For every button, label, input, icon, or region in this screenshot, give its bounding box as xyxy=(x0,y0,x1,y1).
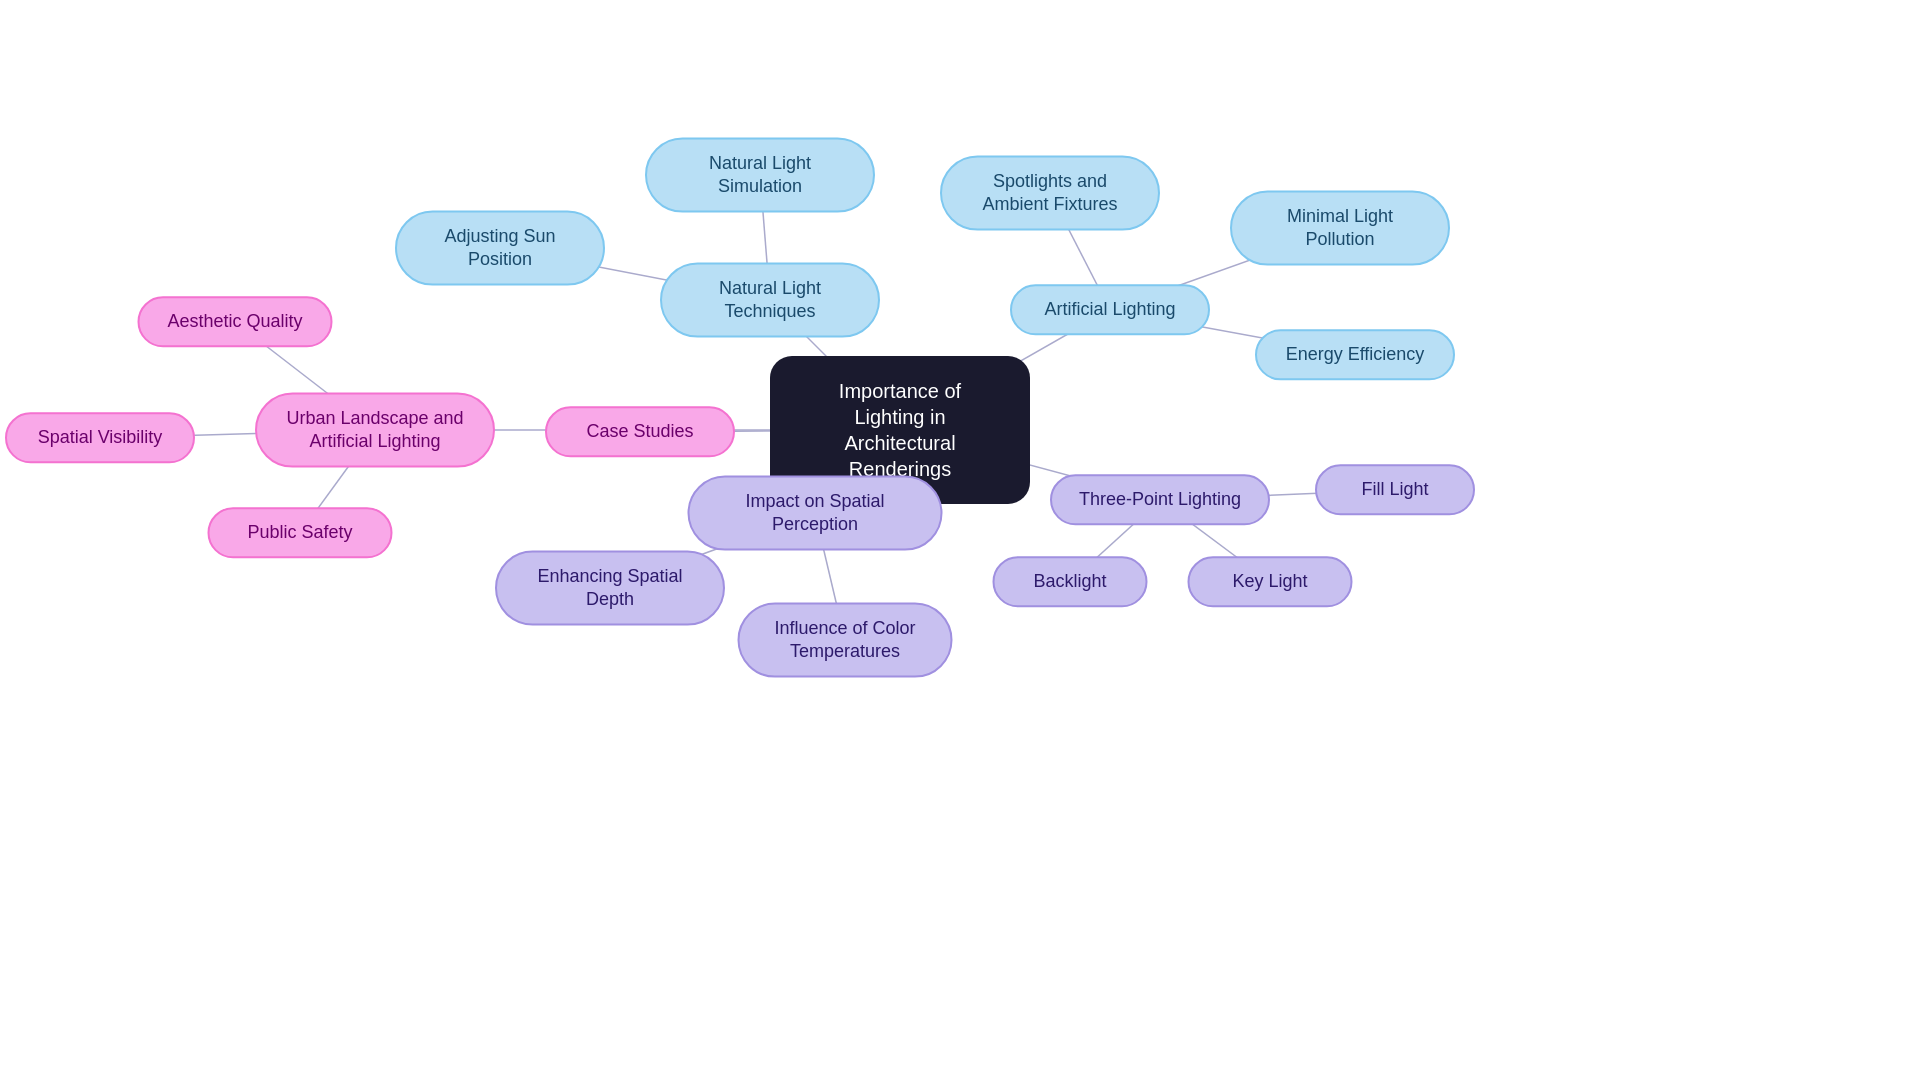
node-key-light[interactable]: Key Light xyxy=(1188,556,1353,607)
node-aesthetic-quality[interactable]: Aesthetic Quality xyxy=(138,296,333,347)
node-impact-spatial-perception[interactable]: Impact on Spatial Perception xyxy=(688,476,943,551)
node-natural-light-techniques[interactable]: Natural Light Techniques xyxy=(660,263,880,338)
node-backlight[interactable]: Backlight xyxy=(993,556,1148,607)
node-energy-efficiency[interactable]: Energy Efficiency xyxy=(1255,329,1455,380)
node-natural-light-simulation[interactable]: Natural Light Simulation xyxy=(645,138,875,213)
node-case-studies[interactable]: Case Studies xyxy=(545,406,735,457)
node-spotlights-ambient[interactable]: Spotlights and Ambient Fixtures xyxy=(940,156,1160,231)
node-artificial-lighting[interactable]: Artificial Lighting xyxy=(1010,284,1210,335)
node-three-point-lighting[interactable]: Three-Point Lighting xyxy=(1050,474,1270,525)
node-fill-light[interactable]: Fill Light xyxy=(1315,464,1475,515)
node-minimal-light-pollution[interactable]: Minimal Light Pollution xyxy=(1230,191,1450,266)
node-adjusting-sun-position[interactable]: Adjusting Sun Position xyxy=(395,211,605,286)
node-public-safety[interactable]: Public Safety xyxy=(208,507,393,558)
node-spatial-visibility[interactable]: Spatial Visibility xyxy=(5,412,195,463)
node-influence-color-temps[interactable]: Influence of Color Temperatures xyxy=(738,603,953,678)
node-enhancing-spatial-depth[interactable]: Enhancing Spatial Depth xyxy=(495,551,725,626)
node-urban-landscape[interactable]: Urban Landscape and Artificial Lighting xyxy=(255,393,495,468)
